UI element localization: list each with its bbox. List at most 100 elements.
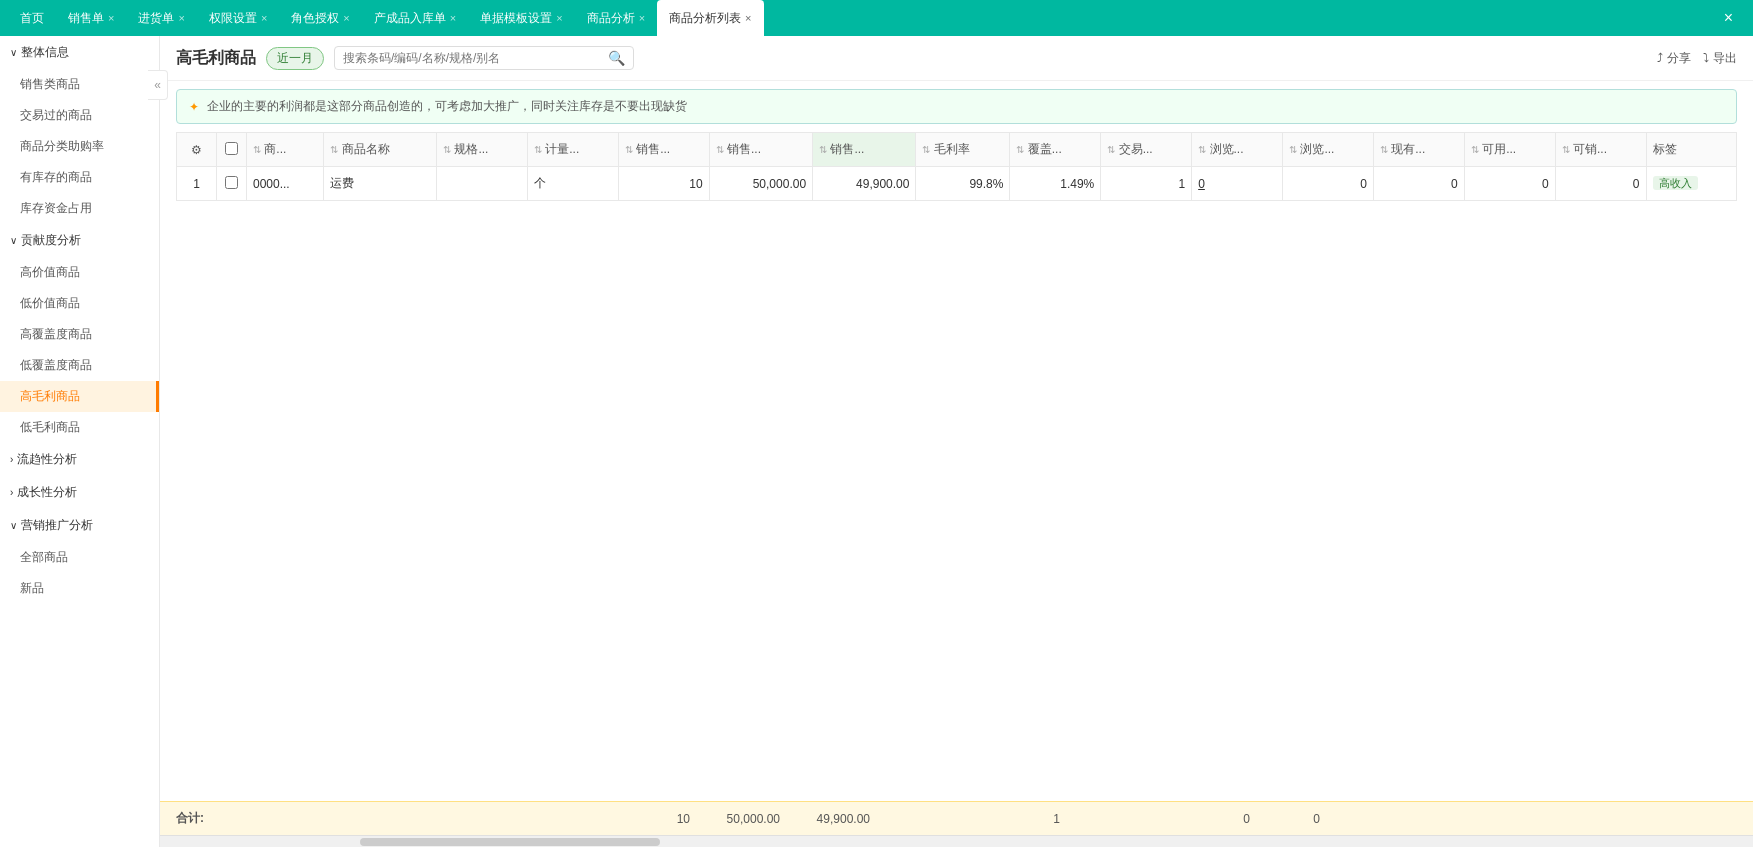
sidebar-item-category-rate[interactable]: 商品分类助购率	[0, 131, 159, 162]
sidebar-group-marketing[interactable]: ∨ 营销推广分析	[0, 509, 159, 542]
th-sales-cost[interactable]: ⇅ 销售...	[813, 133, 916, 167]
sort-icon-4: ⇅	[534, 144, 542, 155]
sidebar-item-all-goods[interactable]: 全部商品	[0, 542, 159, 573]
cell-unit: 个	[527, 167, 618, 201]
nav-analysis-list[interactable]: 商品分析列表 ×	[657, 0, 763, 36]
nav-sales-close[interactable]: ×	[108, 12, 114, 24]
th-code[interactable]: ⇅ 商...	[247, 133, 324, 167]
export-button[interactable]: ⤵ 导出	[1703, 50, 1737, 67]
share-icon: ⤴	[1657, 51, 1663, 65]
cell-checkbox[interactable]	[217, 167, 247, 201]
sort-icon-14: ⇅	[1471, 144, 1479, 155]
sidebar-item-in-stock[interactable]: 有库存的商品	[0, 162, 159, 193]
nav-permission[interactable]: 权限设置 ×	[197, 0, 279, 36]
footer-spacer-browse2	[1126, 812, 1186, 826]
sidebar-group-overall[interactable]: ∨ 整体信息	[0, 36, 159, 69]
th-unit[interactable]: ⇅ 计量...	[527, 133, 618, 167]
sidebar-group-growth[interactable]: › 成长性分析	[0, 476, 159, 509]
th-coverage[interactable]: ⇅ 覆盖...	[1010, 133, 1101, 167]
th-browse2[interactable]: ⇅ 浏览...	[1283, 133, 1374, 167]
sidebar-item-new-goods[interactable]: 新品	[0, 573, 159, 604]
sidebar-group-contribution[interactable]: ∨ 贡献度分析	[0, 224, 159, 257]
cell-browse1[interactable]: 0	[1192, 167, 1283, 201]
th-available-stock[interactable]: ⇅ 可用...	[1464, 133, 1555, 167]
header-actions: ⤴ 分享 ⤵ 导出	[1657, 50, 1737, 67]
sort-icon-9: ⇅	[1016, 144, 1024, 155]
nav-sales[interactable]: 销售单 ×	[56, 0, 126, 36]
sidebar-item-high-margin[interactable]: 高毛利商品	[0, 381, 159, 412]
th-sales-qty[interactable]: ⇅ 销售...	[618, 133, 709, 167]
sidebar-item-low-margin[interactable]: 低毛利商品	[0, 412, 159, 443]
th-spec[interactable]: ⇅ 规格...	[437, 133, 528, 167]
search-box[interactable]: 🔍	[334, 46, 634, 70]
content-header: 高毛利商品 近一月 🔍 ⤴ 分享 ⤵ 导出	[160, 36, 1753, 81]
nav-template-close[interactable]: ×	[556, 12, 562, 24]
filter-recent-month-button[interactable]: 近一月	[266, 47, 324, 70]
nav-permission-close[interactable]: ×	[261, 12, 267, 24]
table-container: ⚙ ⇅ 商... ⇅ 商品名称	[160, 132, 1753, 801]
nav-role[interactable]: 角色授权 ×	[279, 0, 361, 36]
footer-sales-cost: 49,900.00	[786, 812, 876, 826]
search-icon[interactable]: 🔍	[608, 50, 625, 66]
th-tag[interactable]: 标签	[1646, 133, 1736, 167]
sidebar-item-high-value[interactable]: 高价值商品	[0, 257, 159, 288]
row-checkbox[interactable]	[225, 176, 238, 189]
footer-values: 10 50,000.00 49,900.00 1 0 0	[296, 812, 1737, 826]
cell-browse2: 0	[1283, 167, 1374, 201]
scrollbar-thumb[interactable]	[360, 838, 660, 846]
sort-icon-6: ⇅	[716, 144, 724, 155]
footer-available-stock: 0	[1256, 812, 1326, 826]
nav-purchase[interactable]: 进货单 ×	[126, 0, 196, 36]
th-settings[interactable]: ⚙	[177, 133, 217, 167]
share-button[interactable]: ⤴ 分享	[1657, 50, 1691, 67]
cell-name: 运费	[324, 167, 437, 201]
th-name[interactable]: ⇅ 商品名称	[324, 133, 437, 167]
cell-sales-amount: 50,000.00	[709, 167, 812, 201]
cell-spec	[437, 167, 528, 201]
sidebar-item-low-coverage[interactable]: 低覆盖度商品	[0, 350, 159, 381]
cell-sellable-stock: 0	[1555, 167, 1646, 201]
cell-code: 0000...	[247, 167, 324, 201]
nav-home[interactable]: 首页	[8, 0, 56, 36]
info-banner: ✦ 企业的主要的利润都是这部分商品创造的，可考虑加大推广，同时关注库存是不要出现…	[176, 89, 1737, 124]
window-close-button[interactable]: ×	[1712, 9, 1745, 27]
table-header-row: ⚙ ⇅ 商... ⇅ 商品名称	[177, 133, 1737, 167]
content-area: 高毛利商品 近一月 🔍 ⤴ 分享 ⤵ 导出 ✦ 企业的主要的利润都是这部分商品创…	[160, 36, 1753, 847]
main-layout: ∨ 整体信息 销售类商品 交易过的商品 商品分类助购率 有库存的商品 库存资金占…	[0, 36, 1753, 847]
table-footer: 合计: 10 50,000.00 49,900.00 1 0 0	[160, 801, 1753, 835]
th-checkbox[interactable]	[217, 133, 247, 167]
th-sales-amount[interactable]: ⇅ 销售...	[709, 133, 812, 167]
nav-analysis-list-close[interactable]: ×	[745, 12, 751, 24]
nav-product-warehouse-close[interactable]: ×	[450, 12, 456, 24]
footer-spacer-name	[376, 812, 496, 826]
sidebar-item-low-value[interactable]: 低价值商品	[0, 288, 159, 319]
footer-spacer-browse1	[1066, 812, 1126, 826]
select-all-checkbox[interactable]	[225, 142, 238, 155]
nav-purchase-close[interactable]: ×	[178, 12, 184, 24]
footer-current-stock: 0	[1186, 812, 1256, 826]
sidebar-item-sales-goods[interactable]: 销售类商品	[0, 69, 159, 100]
chevron-down-icon-2: ∨	[10, 235, 17, 246]
th-margin-rate[interactable]: ⇅ 毛利率	[916, 133, 1010, 167]
sidebar-collapse-button[interactable]: «	[148, 70, 168, 100]
horizontal-scrollbar[interactable]	[160, 835, 1753, 847]
nav-product-warehouse[interactable]: 产成品入库单 ×	[362, 0, 468, 36]
cell-margin-rate: 99.8%	[916, 167, 1010, 201]
nav-analysis-close[interactable]: ×	[639, 12, 645, 24]
sort-icon-10: ⇅	[1107, 144, 1115, 155]
th-transaction[interactable]: ⇅ 交易...	[1101, 133, 1192, 167]
sidebar-item-high-coverage[interactable]: 高覆盖度商品	[0, 319, 159, 350]
sidebar-item-traded-goods[interactable]: 交易过的商品	[0, 100, 159, 131]
search-input[interactable]	[343, 51, 602, 65]
nav-analysis[interactable]: 商品分析 ×	[575, 0, 657, 36]
cell-sales-cost: 49,900.00	[813, 167, 916, 201]
sidebar-item-stock-capital[interactable]: 库存资金占用	[0, 193, 159, 224]
th-current-stock[interactable]: ⇅ 现有...	[1373, 133, 1464, 167]
nav-template[interactable]: 单据模板设置 ×	[468, 0, 574, 36]
th-browse1[interactable]: ⇅ 浏览...	[1192, 133, 1283, 167]
th-sellable-stock[interactable]: ⇅ 可销...	[1555, 133, 1646, 167]
table-row: 1 0000... 运费 个 10 50,000.00 49,900.00	[177, 167, 1737, 201]
nav-role-close[interactable]: ×	[343, 12, 349, 24]
tag-badge: 高收入	[1653, 176, 1698, 190]
sidebar-group-trend[interactable]: › 流趋性分析	[0, 443, 159, 476]
